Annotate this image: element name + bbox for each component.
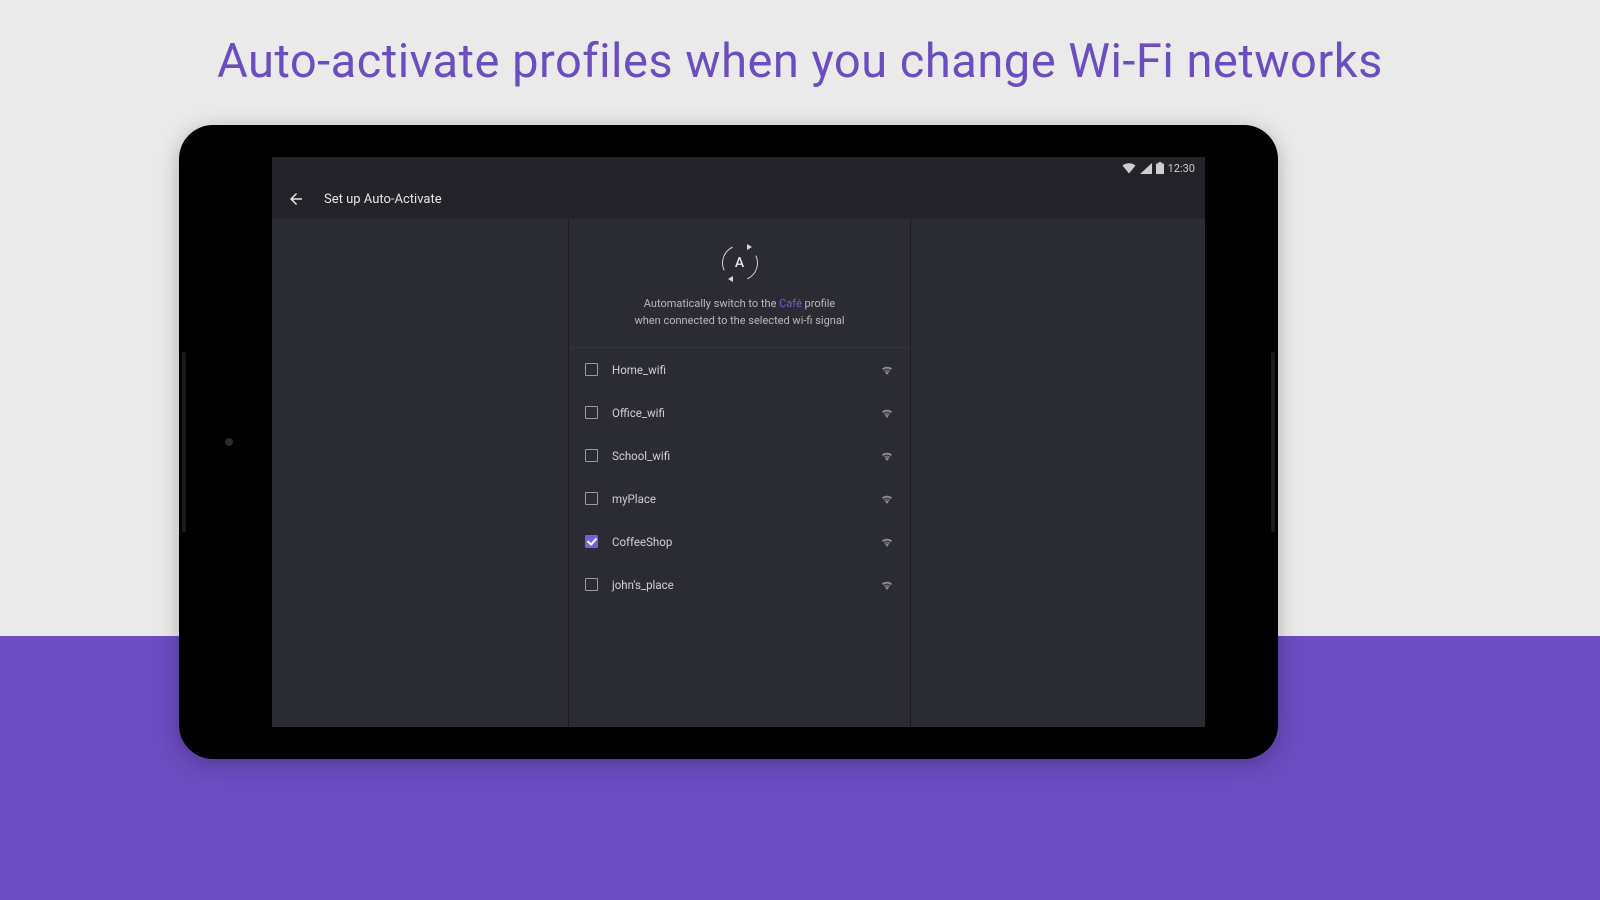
network-row[interactable]: myPlace [569, 477, 910, 520]
network-name: john's_place [612, 578, 866, 592]
wifi-icon [880, 407, 894, 418]
tablet-notch-right [1271, 352, 1275, 532]
battery-icon [1156, 162, 1164, 174]
network-checkbox[interactable] [585, 406, 598, 419]
network-checkbox[interactable] [585, 578, 598, 591]
auto-activate-icon: A [722, 245, 758, 281]
hero-line1-prefix: Automatically switch to the [644, 297, 779, 310]
page-headline: Auto-activate profiles when you change W… [0, 34, 1600, 89]
pane-center: A Automatically switch to the Café profi… [569, 219, 911, 727]
network-row[interactable]: CoffeeShop [569, 520, 910, 563]
network-checkbox[interactable] [585, 449, 598, 462]
back-button[interactable] [286, 189, 306, 209]
network-checkbox[interactable] [585, 363, 598, 376]
wifi-icon [880, 450, 894, 461]
arrow-left-icon [287, 190, 305, 208]
network-name: School_wifi [612, 449, 866, 463]
network-row[interactable]: Home_wifi [569, 348, 910, 391]
cell-signal-icon [1140, 163, 1152, 174]
appbar-title: Set up Auto-Activate [324, 192, 442, 207]
network-name: Home_wifi [612, 363, 866, 377]
hero-section: A Automatically switch to the Café profi… [569, 219, 910, 348]
network-row[interactable]: Office_wifi [569, 391, 910, 434]
pane-right [911, 219, 1205, 727]
tablet-frame: 12:30 Set up Auto-Activate A [179, 125, 1278, 759]
wifi-icon [880, 536, 894, 547]
wifi-icon [880, 493, 894, 504]
network-row[interactable]: john's_place [569, 563, 910, 606]
hero-profile-name: Café [779, 297, 802, 310]
wifi-icon [880, 364, 894, 375]
status-bar: 12:30 [272, 157, 1205, 179]
network-name: myPlace [612, 492, 866, 506]
pane-left [272, 219, 569, 727]
network-name: CoffeeShop [612, 535, 866, 549]
hero-text: Automatically switch to the Café profile… [585, 295, 894, 329]
tablet-notch-left [182, 352, 186, 532]
network-checkbox[interactable] [585, 492, 598, 505]
status-time: 12:30 [1168, 162, 1195, 175]
network-row[interactable]: School_wifi [569, 434, 910, 477]
network-list: Home_wifi Office_wifi School_wifi myPlace Co… [569, 348, 910, 727]
hero-line1-suffix: profile [802, 297, 835, 310]
network-checkbox[interactable] [585, 535, 598, 548]
wifi-status-icon [1122, 163, 1136, 174]
app-bar: Set up Auto-Activate [272, 179, 1205, 219]
tablet-screen: 12:30 Set up Auto-Activate A [272, 157, 1205, 727]
network-name: Office_wifi [612, 406, 866, 420]
wifi-icon [880, 579, 894, 590]
hero-line2: when connected to the selected wi-fi sig… [634, 314, 844, 327]
panes: A Automatically switch to the Café profi… [272, 219, 1205, 727]
